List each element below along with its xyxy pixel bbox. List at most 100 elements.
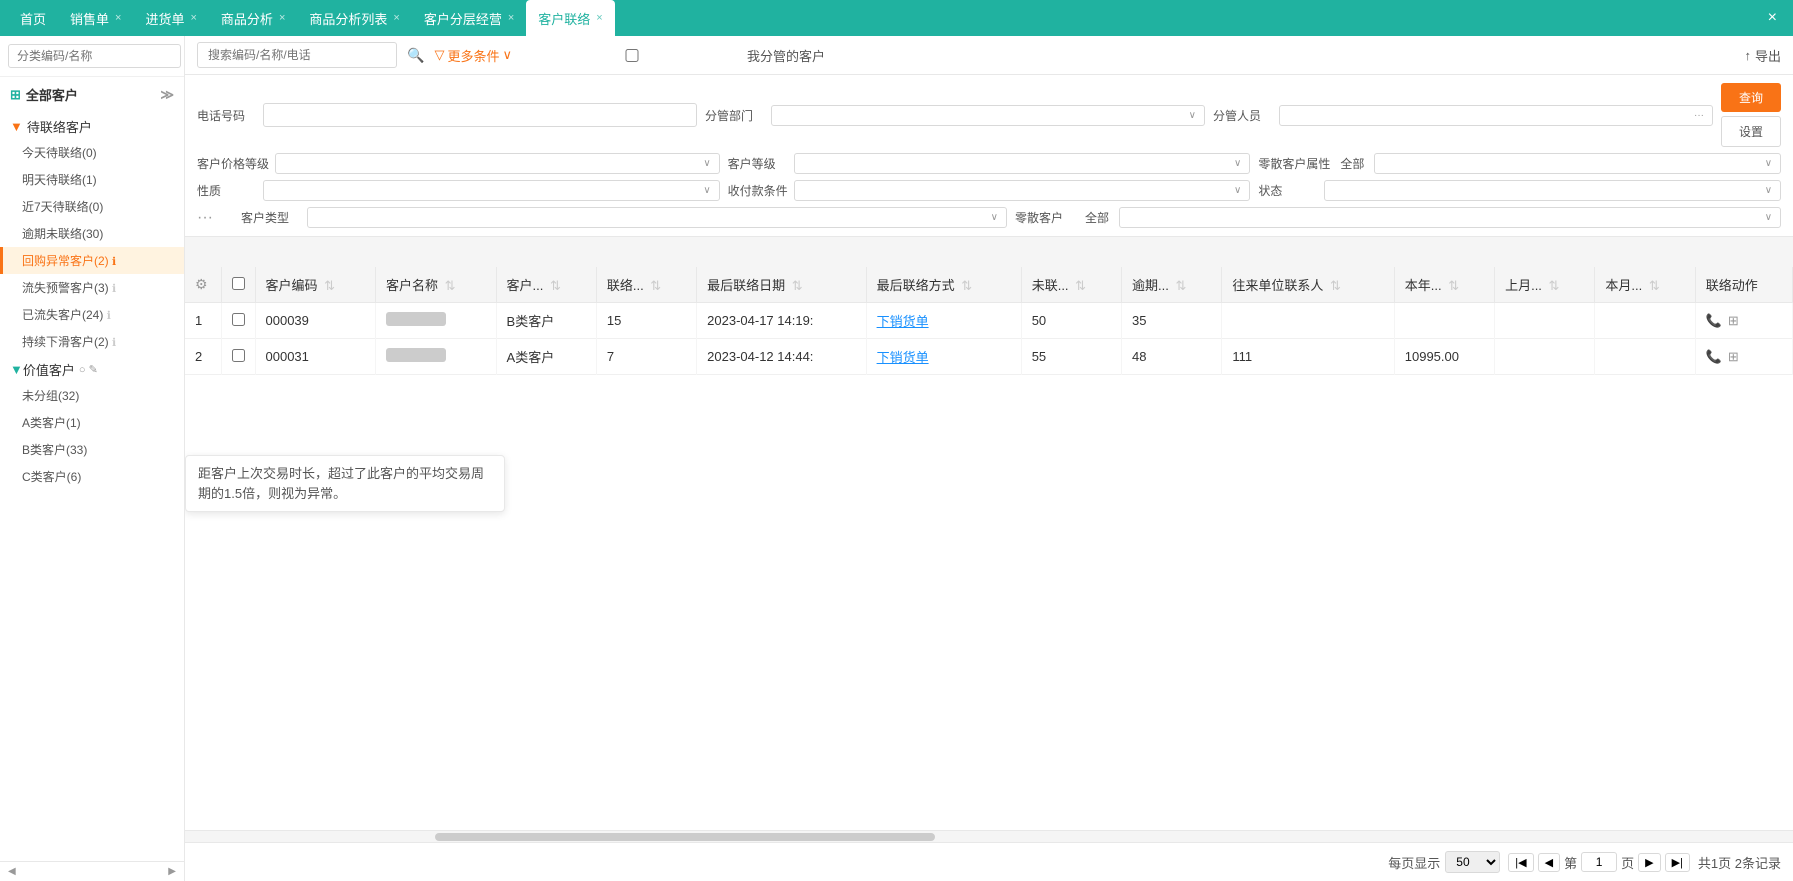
query-button[interactable]: 查询: [1721, 83, 1781, 112]
sidebar-scroll-left[interactable]: ◀: [8, 866, 16, 877]
sort-year-icon[interactable]: ⇅: [1448, 278, 1459, 293]
chevron-down-icon9: ∨: [1765, 185, 1772, 196]
sidebar-item-overdue-contact[interactable]: 逾期未联络(30): [0, 220, 184, 247]
last-page-button[interactable]: ▶|: [1665, 853, 1690, 872]
nav-sales[interactable]: 销售单 ×: [58, 0, 133, 36]
sort-month-icon[interactable]: ⇅: [1649, 278, 1660, 293]
scrollbar-thumb[interactable]: [435, 833, 935, 841]
next-page-button[interactable]: ▶: [1638, 853, 1660, 872]
filter-field-nature: 性质 ∨: [197, 180, 720, 201]
sort-type-icon[interactable]: ⇅: [550, 278, 561, 293]
customer-level-label: 客户等级: [728, 155, 788, 172]
more-conditions-button[interactable]: ▽ 更多条件 ∨: [434, 46, 512, 65]
top-navigation: 首页 销售单 × 进货单 × 商品分析 × 商品分析列表 × 客户分层经营 × …: [0, 0, 1793, 36]
row1-grid-icon[interactable]: ⊞: [1728, 313, 1739, 329]
sidebar-item-repurchase-anomaly[interactable]: 回购异常客户(2) ℹ: [0, 247, 184, 274]
sidebar-item-a-class[interactable]: A类客户(1): [0, 409, 184, 436]
search-input[interactable]: [197, 42, 397, 68]
pending-contact-group[interactable]: ▼ 待联络客户: [0, 112, 184, 139]
prev-page-button[interactable]: ◀: [1538, 853, 1560, 872]
sort-date-icon[interactable]: ⇅: [792, 278, 803, 293]
horizontal-scrollbar[interactable]: [185, 830, 1793, 842]
retail-attr-select[interactable]: ∨: [1374, 153, 1781, 174]
nav-product-analysis[interactable]: 商品分析 ×: [209, 0, 297, 36]
nav-customer-contact[interactable]: 客户联络 ×: [526, 0, 614, 36]
person-select[interactable]: ···: [1279, 105, 1713, 126]
sort-code-icon[interactable]: ⇅: [324, 278, 335, 293]
close-sales-tab[interactable]: ×: [115, 12, 121, 24]
sidebar-item-today-contact[interactable]: 今天待联络(0): [0, 139, 184, 166]
select-all-checkbox[interactable]: [232, 277, 245, 290]
row2-phone-icon[interactable]: 📞: [1706, 349, 1722, 365]
table-row: 1 000039 B类客户 15 2023-04-17 14:19: 下销货单 …: [185, 303, 1793, 339]
sort-contact-icon[interactable]: ⇅: [650, 278, 661, 293]
department-select[interactable]: ∨: [771, 105, 1205, 126]
close-customer-segment-tab[interactable]: ×: [508, 12, 514, 24]
sidebar-item-ungrouped[interactable]: 未分组(32): [0, 382, 184, 409]
first-page-button[interactable]: |◀: [1508, 853, 1533, 872]
more-filters-dots[interactable]: ···: [197, 209, 213, 227]
close-product-analysis-tab[interactable]: ×: [279, 12, 285, 24]
collapse-icon[interactable]: ≫: [160, 87, 174, 103]
row2-code: 000031: [255, 339, 376, 375]
per-page-area: 每页显示 50 20 100: [1388, 851, 1500, 873]
filter-bar: 🔍 ▽ 更多条件 ∨ 我分管的客户 ↑ 导出: [185, 36, 1793, 75]
retail-customer-select[interactable]: ∨: [1119, 207, 1781, 228]
sidebar-item-churned[interactable]: 已流失客户(24) ℹ: [0, 301, 184, 328]
sidebar-item-7days-contact[interactable]: 近7天待联络(0): [0, 193, 184, 220]
row2-method-link[interactable]: 下销货单: [877, 350, 929, 365]
my-customers-checkbox[interactable]: [522, 49, 742, 62]
search-button[interactable]: 🔍: [407, 47, 424, 64]
sidebar-scroll-right[interactable]: ▶: [168, 866, 176, 877]
nav-purchase[interactable]: 进货单 ×: [133, 0, 208, 36]
nav-customer-segment[interactable]: 客户分层经营 ×: [412, 0, 526, 36]
sidebar-item-tomorrow-contact[interactable]: 明天待联络(1): [0, 166, 184, 193]
sort-overdue-icon[interactable]: ⇅: [1175, 278, 1186, 293]
row1-checkbox[interactable]: [232, 313, 245, 326]
row2-checkbox[interactable]: [232, 349, 245, 362]
page-number-input[interactable]: [1581, 852, 1617, 872]
row1-phone-icon[interactable]: 📞: [1706, 313, 1722, 329]
per-page-select[interactable]: 50 20 100: [1445, 851, 1500, 873]
row2-customer-type: A类客户: [496, 339, 596, 375]
phone-input[interactable]: [263, 103, 697, 127]
price-level-select[interactable]: ∨: [275, 153, 720, 174]
row2-action-icons: 📞 ⊞: [1706, 349, 1782, 365]
sort-name-icon[interactable]: ⇅: [445, 278, 456, 293]
sidebar-item-c-class[interactable]: C类客户(6): [0, 463, 184, 490]
close-product-analysis-list-tab[interactable]: ×: [393, 12, 399, 24]
col-overdue: 逾期... ⇅: [1122, 267, 1222, 303]
row2-last-contact-method[interactable]: 下销货单: [866, 339, 1021, 375]
status-select[interactable]: ∨: [1324, 180, 1781, 201]
sort-unlink-icon[interactable]: ⇅: [1075, 278, 1086, 293]
close-customer-contact-tab[interactable]: ×: [596, 12, 602, 24]
col-contact-person: 往来单位联系人 ⇅: [1222, 267, 1394, 303]
sort-method-icon[interactable]: ⇅: [961, 278, 972, 293]
row2-grid-icon[interactable]: ⊞: [1728, 349, 1739, 365]
sidebar-search-input[interactable]: [8, 44, 181, 68]
table-container[interactable]: ⚙ 客户编码 ⇅ 客户名称 ⇅ 客户... ⇅ 联络... ⇅ 最后联络日期 ⇅…: [185, 267, 1793, 830]
sidebar-item-b-class[interactable]: B类客户(33): [0, 436, 184, 463]
sort-last-month-icon[interactable]: ⇅: [1549, 278, 1560, 293]
export-icon: ↑: [1744, 48, 1751, 63]
close-purchase-tab[interactable]: ×: [190, 12, 196, 24]
chevron-down-icon3: ···: [1694, 110, 1704, 121]
row1-method-link[interactable]: 下销货单: [877, 314, 929, 329]
payment-select[interactable]: ∨: [794, 180, 1251, 201]
nav-home[interactable]: 首页: [8, 0, 58, 36]
sort-person-icon[interactable]: ⇅: [1330, 278, 1341, 293]
row1-last-contact-method[interactable]: 下销货单: [866, 303, 1021, 339]
value-customer-group[interactable]: ▼ 价值客户 ○ ✎: [0, 355, 184, 382]
all-customers-header[interactable]: ⊞ 全部客户 ≫: [0, 77, 184, 112]
nature-select[interactable]: ∨: [263, 180, 720, 201]
table-settings-icon[interactable]: ⚙: [195, 276, 208, 292]
nav-product-analysis-list[interactable]: 商品分析列表 ×: [297, 0, 411, 36]
export-button[interactable]: ↑ 导出: [1744, 46, 1781, 65]
customer-type-select[interactable]: ∨: [307, 207, 1007, 228]
sidebar-item-declining[interactable]: 持续下滑客户(2) ℹ: [0, 328, 184, 355]
settings-button[interactable]: 设置: [1721, 116, 1781, 147]
customer-level-select[interactable]: ∨: [794, 153, 1251, 174]
close-all-tabs[interactable]: ×: [1760, 9, 1785, 27]
total-records-label: 共1页 2条记录: [1698, 853, 1781, 872]
sidebar-item-churn-warning[interactable]: 流失预警客户(3) ℹ: [0, 274, 184, 301]
